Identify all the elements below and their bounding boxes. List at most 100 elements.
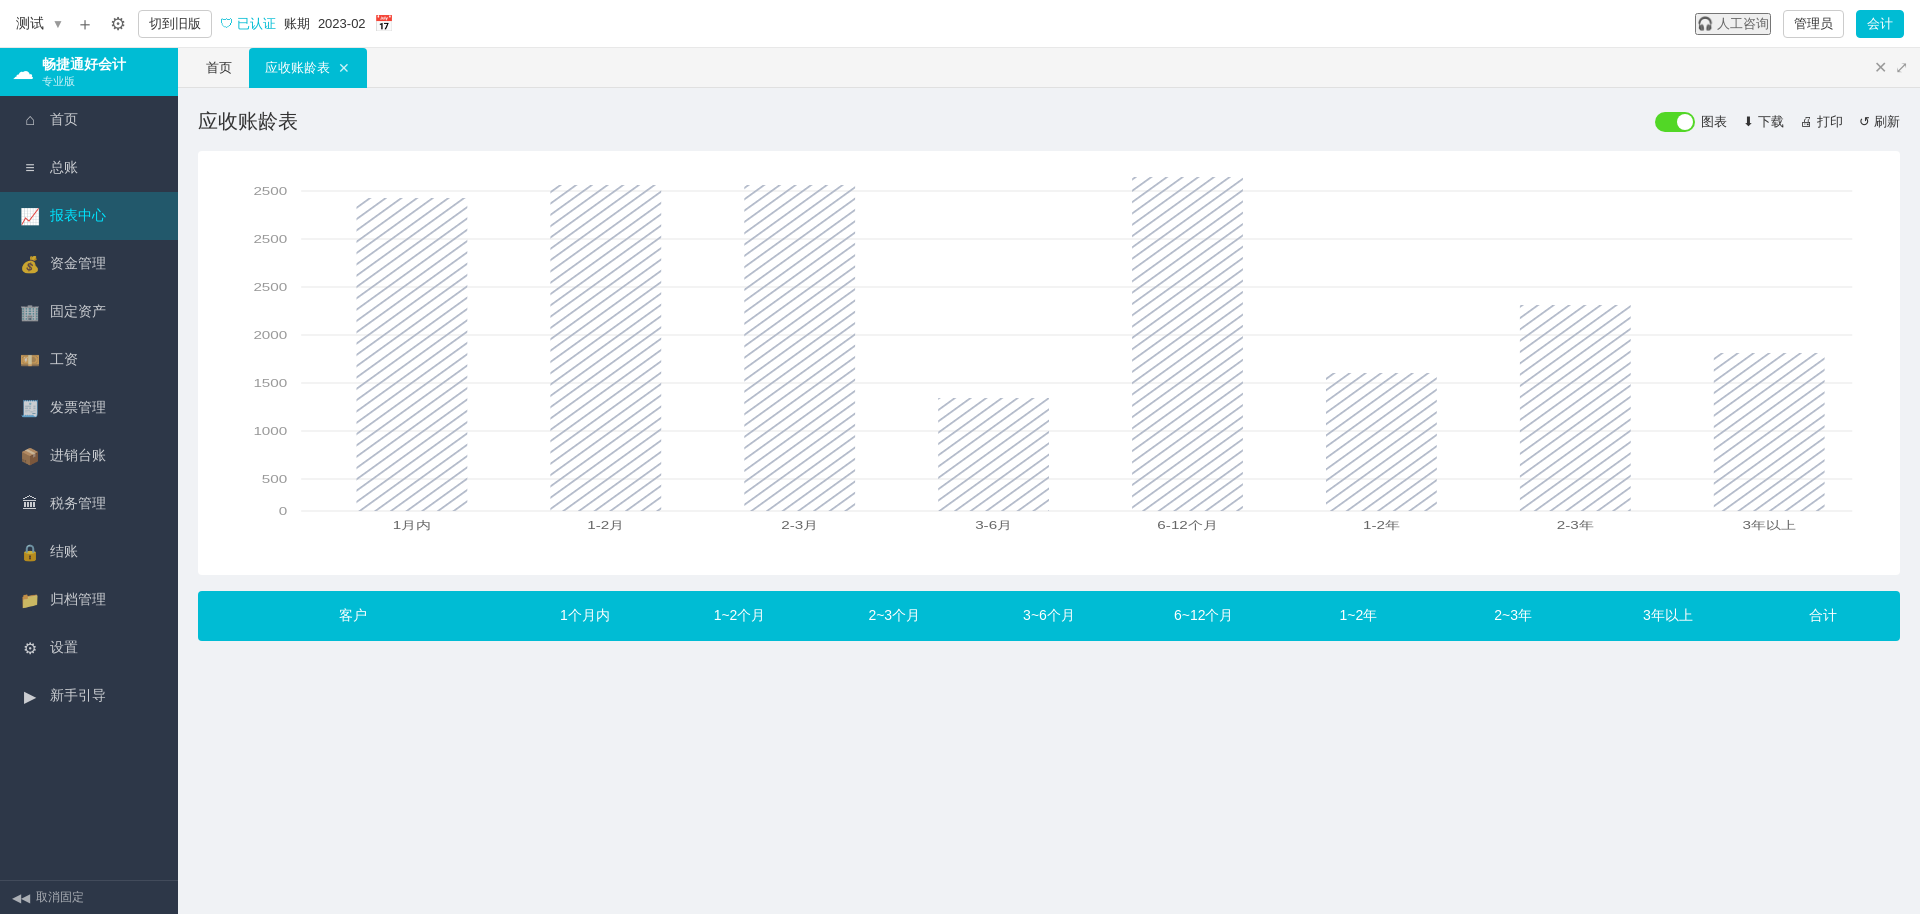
period-label: 账期 bbox=[284, 15, 310, 33]
certified-label: 已认证 bbox=[237, 15, 276, 33]
bar-2-3年 bbox=[1520, 305, 1631, 511]
headset-icon: 🎧 bbox=[1697, 16, 1713, 31]
svg-text:6-12个月: 6-12个月 bbox=[1157, 519, 1217, 531]
download-label: 下载 bbox=[1758, 113, 1784, 131]
archive-icon: 📁 bbox=[20, 591, 40, 610]
col-6-12month: 6~12个月 bbox=[1126, 591, 1281, 641]
calendar-icon[interactable]: 📅 bbox=[374, 14, 394, 33]
chart-toggle[interactable] bbox=[1655, 112, 1695, 132]
sidebar-item-close[interactable]: 🔒 结账 bbox=[0, 528, 178, 576]
logo-edition: 专业版 bbox=[42, 74, 126, 89]
bar-3-6月 bbox=[938, 398, 1049, 511]
sidebar-label-purchase: 进销台账 bbox=[50, 447, 106, 465]
settings-icon: ⚙ bbox=[20, 639, 40, 658]
chart-toggle-label: 图表 bbox=[1701, 113, 1727, 131]
sidebar-label-ledger: 总账 bbox=[50, 159, 78, 177]
sidebar-item-assets[interactable]: 🏢 固定资产 bbox=[0, 288, 178, 336]
add-workspace-button[interactable]: ＋ bbox=[72, 8, 98, 40]
consult-label: 人工咨询 bbox=[1717, 15, 1769, 33]
sidebar-label-settings: 设置 bbox=[50, 639, 78, 657]
table-header: 客户 1个月内 1~2个月 2~3个月 3~6个月 6~12个月 1~2年 2~… bbox=[198, 591, 1900, 641]
close-window-button[interactable]: ✕ bbox=[1874, 58, 1887, 77]
tab-home-label: 首页 bbox=[206, 59, 232, 77]
logo-icon: ☁ bbox=[12, 59, 34, 85]
sidebar-label-fund: 资金管理 bbox=[50, 255, 106, 273]
tab-ar-aging[interactable]: 应收账龄表 ✕ bbox=[249, 48, 367, 88]
print-button[interactable]: 🖨 打印 bbox=[1800, 113, 1843, 131]
svg-text:1-2月: 1-2月 bbox=[587, 519, 624, 531]
sidebar-item-archive[interactable]: 📁 归档管理 bbox=[0, 576, 178, 624]
invoice-icon: 🧾 bbox=[20, 399, 40, 418]
bar-2-3月 bbox=[744, 185, 855, 511]
svg-text:2500: 2500 bbox=[253, 281, 287, 293]
col-2-3year: 2~3年 bbox=[1436, 591, 1591, 641]
sidebar-item-settings[interactable]: ⚙ 设置 bbox=[0, 624, 178, 672]
col-1month: 1个月内 bbox=[507, 591, 662, 641]
sidebar-label-home: 首页 bbox=[50, 111, 78, 129]
sidebar-label-tax: 税务管理 bbox=[50, 495, 106, 513]
guide-icon: ▶ bbox=[20, 687, 40, 706]
bar-6-12月 bbox=[1132, 177, 1243, 511]
svg-text:2-3年: 2-3年 bbox=[1557, 519, 1594, 531]
bar-1-2月 bbox=[550, 185, 661, 511]
page-content: 应收账龄表 图表 ⬇ 下载 🖨 打印 ↺ bbox=[178, 88, 1920, 914]
col-3year-plus: 3年以上 bbox=[1591, 591, 1746, 641]
report-icon: 📈 bbox=[20, 207, 40, 226]
print-icon: 🖨 bbox=[1800, 114, 1813, 129]
sidebar-item-tax[interactable]: 🏛 税务管理 bbox=[0, 480, 178, 528]
col-1-2year: 1~2年 bbox=[1281, 591, 1436, 641]
sidebar-label-wage: 工资 bbox=[50, 351, 78, 369]
sidebar-item-fund[interactable]: 💰 资金管理 bbox=[0, 240, 178, 288]
fund-icon: 💰 bbox=[20, 255, 40, 274]
tab-bar: 首页 应收账龄表 ✕ ✕ ⤢ bbox=[178, 48, 1920, 88]
sidebar-item-guide[interactable]: ▶ 新手引导 bbox=[0, 672, 178, 720]
sidebar-item-home[interactable]: ⌂ 首页 bbox=[0, 96, 178, 144]
cancel-fixed-button[interactable]: ◀◀ 取消固定 bbox=[0, 880, 178, 914]
svg-text:0: 0 bbox=[279, 505, 287, 517]
sidebar-item-invoice[interactable]: 🧾 发票管理 bbox=[0, 384, 178, 432]
consult-button[interactable]: 🎧 人工咨询 bbox=[1695, 13, 1771, 35]
report-header: 应收账龄表 图表 ⬇ 下载 🖨 打印 ↺ bbox=[198, 108, 1900, 135]
svg-text:500: 500 bbox=[262, 473, 287, 485]
bar-1月内 bbox=[357, 198, 468, 511]
col-total: 合计 bbox=[1745, 591, 1900, 641]
svg-text:2-3月: 2-3月 bbox=[781, 519, 818, 531]
wage-icon: 💴 bbox=[20, 351, 40, 370]
page-title: 应收账龄表 bbox=[198, 108, 298, 135]
sidebar-label-invoice: 发票管理 bbox=[50, 399, 106, 417]
sidebar-item-ledger[interactable]: ≡ 总账 bbox=[0, 144, 178, 192]
bar-1-2年 bbox=[1326, 373, 1437, 511]
svg-text:2500: 2500 bbox=[253, 233, 287, 245]
chart-container: 2500 2500 2500 2000 1500 1000 500 0 bbox=[198, 151, 1900, 575]
workspace-arrow-icon[interactable]: ▼ bbox=[52, 17, 64, 31]
sidebar-label-close: 结账 bbox=[50, 543, 78, 561]
home-icon: ⌂ bbox=[20, 111, 40, 129]
tax-icon: 🏛 bbox=[20, 495, 40, 513]
switch-old-version-button[interactable]: 切到旧版 bbox=[138, 10, 212, 38]
svg-text:3-6月: 3-6月 bbox=[975, 519, 1012, 531]
settings-header-button[interactable]: ⚙ bbox=[106, 9, 130, 39]
svg-text:3年以上: 3年以上 bbox=[1743, 519, 1796, 531]
workspace-name: 测试 bbox=[16, 15, 44, 33]
sidebar-item-purchase[interactable]: 📦 进销台账 bbox=[0, 432, 178, 480]
sidebar-item-report[interactable]: 📈 报表中心 bbox=[0, 192, 178, 240]
download-button[interactable]: ⬇ 下载 bbox=[1743, 113, 1784, 131]
download-icon: ⬇ bbox=[1743, 114, 1754, 129]
tab-ar-aging-label: 应收账龄表 bbox=[265, 59, 330, 77]
tab-close-icon[interactable]: ✕ bbox=[338, 60, 350, 76]
close-books-icon: 🔒 bbox=[20, 543, 40, 562]
svg-text:1月内: 1月内 bbox=[393, 519, 431, 531]
assets-icon: 🏢 bbox=[20, 303, 40, 322]
role-button[interactable]: 会计 bbox=[1856, 10, 1904, 38]
tab-home[interactable]: 首页 bbox=[190, 48, 249, 88]
manager-button[interactable]: 管理员 bbox=[1783, 10, 1844, 38]
refresh-button[interactable]: ↺ 刷新 bbox=[1859, 113, 1900, 131]
sidebar-item-wage[interactable]: 💴 工资 bbox=[0, 336, 178, 384]
col-3-6month: 3~6个月 bbox=[972, 591, 1127, 641]
purchase-icon: 📦 bbox=[20, 447, 40, 466]
maximize-window-button[interactable]: ⤢ bbox=[1895, 58, 1908, 77]
sidebar-logo: ☁ 畅捷通好会计 专业版 bbox=[0, 48, 178, 96]
period-value: 2023-02 bbox=[318, 16, 366, 31]
aging-table: 客户 1个月内 1~2个月 2~3个月 3~6个月 6~12个月 1~2年 2~… bbox=[198, 591, 1900, 641]
logo-text: 畅捷通好会计 bbox=[42, 56, 126, 74]
